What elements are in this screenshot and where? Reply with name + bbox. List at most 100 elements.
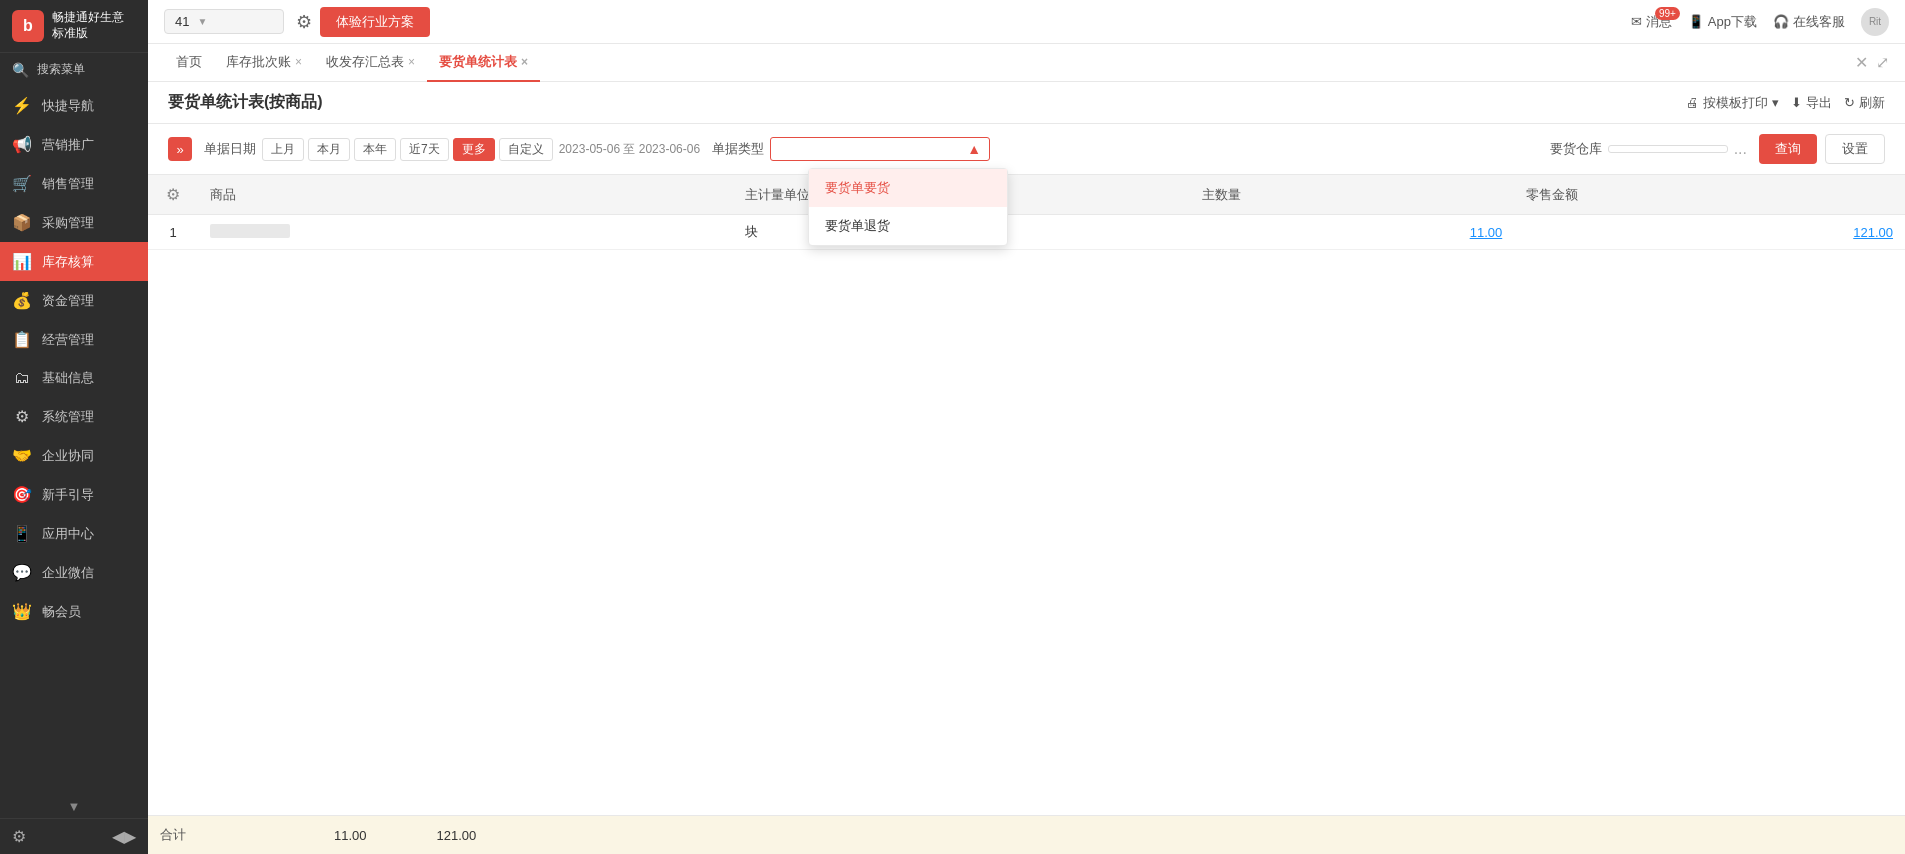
sidebar-item-member[interactable]: 👑畅会员 (0, 592, 148, 631)
sidebar-scroll-down[interactable]: ▼ (0, 795, 148, 818)
custom-btn[interactable]: 自定义 (499, 138, 553, 161)
tab-order-stats[interactable]: 要货单统计表 × (427, 44, 540, 82)
warehouse-more-icon[interactable]: ... (1734, 140, 1747, 158)
dropdown-option-order[interactable]: 要货单要货 (809, 169, 1007, 207)
sidebar-bottom: ⚙ ◀▶ (0, 818, 148, 854)
tab-home[interactable]: 首页 (164, 44, 214, 82)
maximize-icon[interactable]: ⤢ (1876, 53, 1889, 72)
nav-icon-base-info: 🗂 (12, 369, 32, 387)
search-menu-item[interactable]: 🔍 搜索菜单 (0, 53, 148, 86)
nav-label-base-info: 基础信息 (42, 369, 94, 387)
settings-btn[interactable]: 设置 (1825, 134, 1885, 164)
settings-bottom-icon[interactable]: ⚙ (12, 827, 26, 846)
type-selector[interactable]: ▲ (770, 137, 990, 161)
this-year-btn[interactable]: 本年 (354, 138, 396, 161)
headset-icon: 🎧 (1773, 14, 1789, 29)
nav-icon-app-center: 📱 (12, 524, 32, 543)
data-table: ⚙ 商品 主计量单位 主数量 零售金额 1 块 (148, 175, 1905, 250)
app-download-btn[interactable]: 📱 App下载 (1688, 13, 1757, 31)
sidebar-item-app-center[interactable]: 📱应用中心 (0, 514, 148, 553)
row-quantity: 11.00 (1190, 215, 1514, 250)
sidebar-item-guide[interactable]: 🎯 新手引导 (0, 475, 148, 514)
sidebar-item-quick-nav[interactable]: ⚡快捷导航 (0, 86, 148, 125)
search-menu-label: 搜索菜单 (37, 61, 85, 78)
sidebar-item-enterprise[interactable]: 🤝企业协同 (0, 436, 148, 475)
tab-receipts-summary-label: 收发存汇总表 (326, 53, 404, 71)
tab-inventory-batch-label: 库存批次账 (226, 53, 291, 71)
type-label: 单据类型 (712, 140, 764, 158)
footer-numbers: 11.00 121.00 (240, 828, 476, 843)
dropdown-option-return[interactable]: 要货单退货 (809, 207, 1007, 245)
table-col-settings-icon[interactable]: ⚙ (166, 186, 180, 203)
sidebar-item-marketing[interactable]: 📢营销推广 (0, 125, 148, 164)
nav-icon-inventory: 📊 (12, 252, 32, 271)
page-actions: 🖨 按模板打印 ▾ ⬇ 导出 ↻ 刷新 (1686, 94, 1885, 112)
avatar: Rit (1861, 8, 1889, 36)
close-order-stats-tab-icon[interactable]: × (521, 55, 528, 69)
nav-icon-wechat: 💬 (12, 563, 32, 582)
warehouse-label: 要货仓库 (1550, 140, 1602, 158)
nav-icon-purchase: 📦 (12, 213, 32, 232)
more-btn[interactable]: 更多 (453, 138, 495, 161)
tab-inventory-batch[interactable]: 库存批次账 × (214, 44, 314, 82)
date-quick-btns: 上月 本月 本年 近7天 更多 自定义 (262, 138, 553, 161)
sidebar-item-finance[interactable]: 💰资金管理 (0, 281, 148, 320)
page-title: 要货单统计表(按商品) (168, 92, 323, 113)
date-range-display: 2023-05-06 至 2023-06-06 (559, 141, 700, 158)
nav-label-marketing: 营销推广 (42, 136, 94, 154)
row-index: 1 (148, 215, 198, 250)
app-download-label: App下载 (1708, 13, 1757, 31)
print-icon: 🖨 (1686, 95, 1699, 110)
filter-expand-btn[interactable]: » (168, 137, 192, 161)
logo-text: 畅捷通好生意 标准版 (52, 10, 124, 41)
nav-icon-guide: 🎯 (12, 485, 32, 504)
refresh-btn[interactable]: ↻ 刷新 (1844, 94, 1885, 112)
collapse-sidebar-btn[interactable]: ◀▶ (112, 827, 136, 846)
sidebar-nav: ⚡快捷导航📢营销推广🛒销售管理 📦 采购管理 📊库存核算💰资金管理📋经营管理 🗂 基础信息… (0, 86, 148, 795)
tab-receipts-summary[interactable]: 收发存汇总表 × (314, 44, 427, 82)
warehouse-input[interactable] (1608, 145, 1728, 153)
query-btn[interactable]: 查询 (1759, 134, 1817, 164)
prev-month-btn[interactable]: 上月 (262, 138, 304, 161)
nav-label-guide: 新手引导 (42, 486, 94, 504)
online-support-btn[interactable]: 🎧 在线客服 (1773, 13, 1845, 31)
message-btn[interactable]: ✉ 消息 99+ (1631, 13, 1672, 31)
close-receipts-summary-tab-icon[interactable]: × (408, 55, 415, 69)
close-all-tabs-icon[interactable]: ✕ (1855, 53, 1868, 72)
store-selector[interactable]: 41 ▼ (164, 9, 284, 34)
close-inventory-batch-tab-icon[interactable]: × (295, 55, 302, 69)
product-placeholder (210, 224, 290, 238)
warehouse-filter-group: 要货仓库 ... (1550, 140, 1747, 158)
sidebar-item-operations[interactable]: 📋经营管理 (0, 320, 148, 359)
sidebar-item-sales[interactable]: 🛒销售管理 (0, 164, 148, 203)
7-days-btn[interactable]: 近7天 (400, 138, 449, 161)
trial-btn[interactable]: 体验行业方案 (320, 7, 430, 37)
store-dropdown-icon: ▼ (197, 16, 207, 27)
footer-label: 合计 (160, 826, 220, 844)
nav-label-sales: 销售管理 (42, 175, 94, 193)
sidebar-logo: b 畅捷通好生意 标准版 (0, 0, 148, 53)
nav-label-purchase: 采购管理 (42, 214, 94, 232)
nav-icon-finance: 💰 (12, 291, 32, 310)
refresh-icon: ↻ (1844, 95, 1855, 110)
topbar-settings-icon[interactable]: ⚙ (296, 11, 312, 33)
sidebar-item-wechat[interactable]: 💬企业微信 (0, 553, 148, 592)
this-month-btn[interactable]: 本月 (308, 138, 350, 161)
export-btn[interactable]: ⬇ 导出 (1791, 94, 1832, 112)
topbar: 41 ▼ ⚙ 体验行业方案 ✉ 消息 99+ 📱 App下载 🎧 在线客服 Ri… (148, 0, 1905, 44)
sidebar-item-purchase[interactable]: 📦 采购管理 (0, 203, 148, 242)
date-label: 单据日期 (204, 140, 256, 158)
nav-label-operations: 经营管理 (42, 331, 94, 349)
type-dropdown: 要货单要货 要货单退货 (808, 168, 1008, 246)
user-avatar[interactable]: Rit (1861, 8, 1889, 36)
footer-amount: 121.00 (436, 828, 476, 843)
date-filter-group: 单据日期 上月 本月 本年 近7天 更多 自定义 2023-05-06 至 20… (204, 138, 700, 161)
tab-order-stats-label: 要货单统计表 (439, 53, 517, 71)
print-template-btn[interactable]: 🖨 按模板打印 ▾ (1686, 94, 1779, 112)
sidebar-item-sys-mgmt[interactable]: ⚙系统管理 (0, 397, 148, 436)
sidebar-item-inventory[interactable]: 📊库存核算 (0, 242, 148, 281)
filter-actions: 查询 设置 (1759, 134, 1885, 164)
nav-label-sys-mgmt: 系统管理 (42, 408, 94, 426)
col-amount: 零售金额 (1514, 175, 1905, 215)
sidebar-item-base-info[interactable]: 🗂 基础信息 (0, 359, 148, 397)
